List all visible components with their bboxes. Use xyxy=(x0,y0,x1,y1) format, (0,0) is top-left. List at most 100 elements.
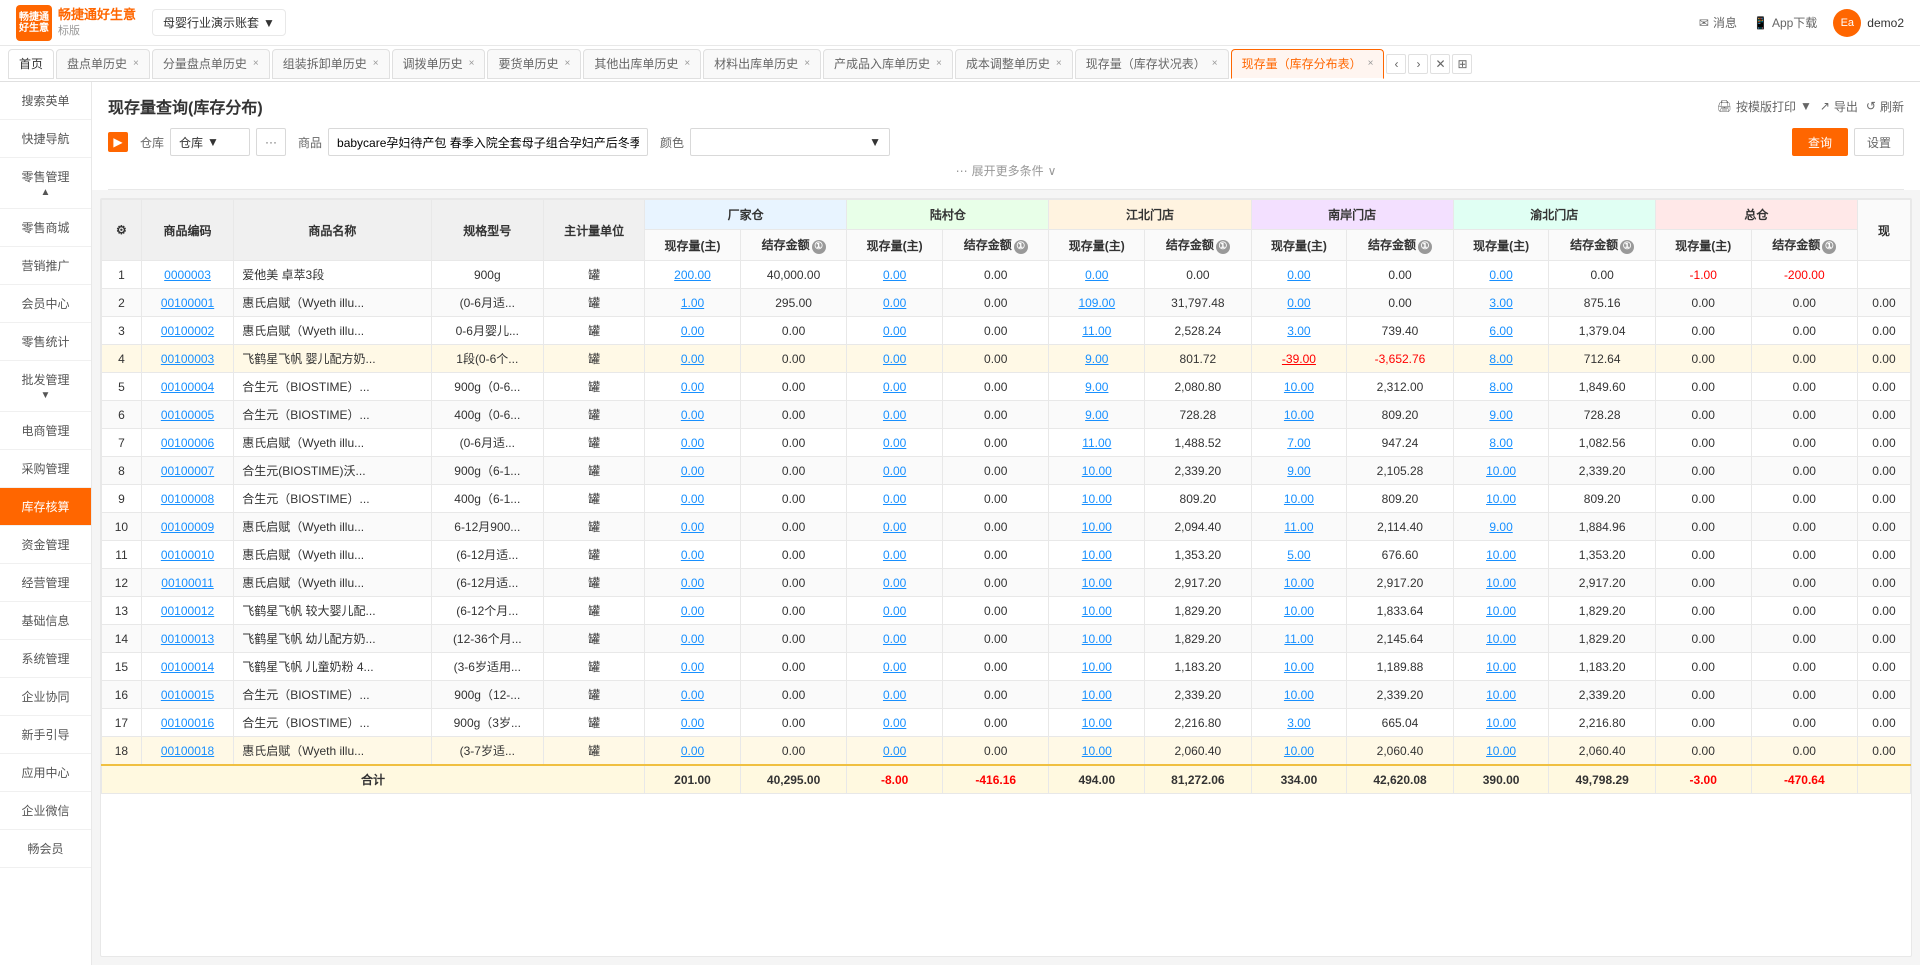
code-link[interactable]: 00100004 xyxy=(161,380,214,394)
tab-stock-dist[interactable]: 现存量（库存分布表） × xyxy=(1231,49,1385,79)
yb-qty-link[interactable]: 10.00 xyxy=(1486,688,1516,702)
tab-cost-adj[interactable]: 成本调整单历史 × xyxy=(955,49,1073,79)
collapse-btn[interactable]: ▶ xyxy=(108,132,128,152)
na-qty-link[interactable]: 7.00 xyxy=(1287,436,1310,450)
lc-qty-link[interactable]: 0.00 xyxy=(883,520,906,534)
tab-sub-inventory-count-close[interactable]: × xyxy=(253,58,259,69)
na-qty-link[interactable]: 0.00 xyxy=(1287,296,1310,310)
expand-more-btn[interactable]: ⋯ 展开更多条件 ∨ xyxy=(956,162,1057,179)
yb-qty-link[interactable]: 10.00 xyxy=(1486,632,1516,646)
code-link[interactable]: 00100001 xyxy=(161,296,214,310)
tab-purchase-req[interactable]: 要货单历史 × xyxy=(487,49,581,79)
sidebar-item-retail-mgmt[interactable]: 零售管理 ▲ xyxy=(0,158,91,209)
sidebar-item-guide[interactable]: 新手引导 xyxy=(0,716,91,754)
fj-qty-link[interactable]: 0.00 xyxy=(681,548,704,562)
na-qty-link[interactable]: 11.00 xyxy=(1284,632,1313,646)
tab-finished-in[interactable]: 产成品入库单历史 × xyxy=(823,49,953,79)
fj-qty-link[interactable]: 0.00 xyxy=(681,380,704,394)
user-area[interactable]: Ea demo2 xyxy=(1833,9,1904,37)
yb-qty-link[interactable]: 6.00 xyxy=(1489,324,1512,338)
jb-qty-link[interactable]: 11.00 xyxy=(1082,324,1111,338)
yb-qty-link[interactable]: 10.00 xyxy=(1486,716,1516,730)
jb-qty-link[interactable]: 11.00 xyxy=(1082,436,1111,450)
fj-qty-link[interactable]: 0.00 xyxy=(681,660,704,674)
fj-qty-link[interactable]: 0.00 xyxy=(681,688,704,702)
code-link[interactable]: 00100003 xyxy=(161,352,214,366)
na-qty-link[interactable]: 5.00 xyxy=(1287,548,1310,562)
na-qty-link[interactable]: -39.00 xyxy=(1282,352,1316,366)
fj-qty-link[interactable]: 0.00 xyxy=(681,576,704,590)
jb-qty-link[interactable]: 10.00 xyxy=(1082,744,1112,758)
sidebar-item-wholesale[interactable]: 批发管理 ▼ xyxy=(0,361,91,412)
sidebar-item-system[interactable]: 系统管理 xyxy=(0,640,91,678)
yb-qty-link[interactable]: 8.00 xyxy=(1489,352,1512,366)
jb-amt-info-icon[interactable]: ① xyxy=(1216,240,1230,254)
lc-qty-link[interactable]: 0.00 xyxy=(883,380,906,394)
na-qty-link[interactable]: 10.00 xyxy=(1284,408,1314,422)
sidebar-item-inventory[interactable]: 库存核算 xyxy=(0,488,91,526)
lc-qty-link[interactable]: 0.00 xyxy=(883,632,906,646)
tab-expand-btn[interactable]: ⊞ xyxy=(1452,54,1472,74)
jb-qty-link[interactable]: 10.00 xyxy=(1082,688,1112,702)
tab-transfer-close[interactable]: × xyxy=(469,58,475,69)
tab-material-out[interactable]: 材料出库单历史 × xyxy=(703,49,821,79)
lc-qty-link[interactable]: 0.00 xyxy=(883,296,906,310)
lc-qty-link[interactable]: 0.00 xyxy=(883,408,906,422)
sidebar-item-retail-stats[interactable]: 零售统计 xyxy=(0,323,91,361)
na-qty-link[interactable]: 3.00 xyxy=(1287,324,1310,338)
lc-qty-link[interactable]: 0.00 xyxy=(883,268,906,282)
tab-inventory-count-close[interactable]: × xyxy=(133,58,139,69)
na-qty-link[interactable]: 9.00 xyxy=(1287,464,1310,478)
yb-qty-link[interactable]: 10.00 xyxy=(1486,576,1516,590)
sidebar-item-member[interactable]: 会员中心 xyxy=(0,285,91,323)
fj-qty-link[interactable]: 0.00 xyxy=(681,324,704,338)
yb-qty-link[interactable]: 8.00 xyxy=(1489,436,1512,450)
fj-qty-link[interactable]: 1.00 xyxy=(681,296,704,310)
jb-qty-link[interactable]: 9.00 xyxy=(1085,352,1108,366)
lc-qty-link[interactable]: 0.00 xyxy=(883,352,906,366)
sidebar-item-wechat[interactable]: 企业微信 xyxy=(0,792,91,830)
yb-qty-link[interactable]: 10.00 xyxy=(1486,744,1516,758)
code-link[interactable]: 00100002 xyxy=(161,324,214,338)
jb-qty-link[interactable]: 10.00 xyxy=(1082,464,1112,478)
total-amt-info-icon[interactable]: ① xyxy=(1822,240,1836,254)
code-link[interactable]: 00100006 xyxy=(161,436,214,450)
code-link[interactable]: 00100013 xyxy=(161,632,214,646)
jb-qty-link[interactable]: 0.00 xyxy=(1085,268,1108,282)
tab-assembly[interactable]: 组装拆卸单历史 × xyxy=(272,49,390,79)
jb-qty-link[interactable]: 10.00 xyxy=(1082,576,1112,590)
sidebar-item-enterprise[interactable]: 企业协同 xyxy=(0,678,91,716)
na-qty-link[interactable]: 10.00 xyxy=(1284,576,1314,590)
tab-purchase-req-close[interactable]: × xyxy=(564,58,570,69)
yb-qty-link[interactable]: 10.00 xyxy=(1486,660,1516,674)
tab-other-outbound[interactable]: 其他出库单历史 × xyxy=(583,49,701,79)
jb-qty-link[interactable]: 9.00 xyxy=(1085,380,1108,394)
sidebar-item-ecommerce[interactable]: 电商管理 xyxy=(0,412,91,450)
fj-qty-link[interactable]: 0.00 xyxy=(681,436,704,450)
yb-qty-link[interactable]: 3.00 xyxy=(1489,296,1512,310)
na-amt-info-icon[interactable]: ① xyxy=(1418,240,1432,254)
na-qty-link[interactable]: 10.00 xyxy=(1284,492,1314,506)
app-download-btn[interactable]: 📱 App下载 xyxy=(1753,14,1817,31)
yb-qty-link[interactable]: 10.00 xyxy=(1486,548,1516,562)
lc-qty-link[interactable]: 0.00 xyxy=(883,548,906,562)
query-btn[interactable]: 查询 xyxy=(1792,128,1848,156)
lc-qty-link[interactable]: 0.00 xyxy=(883,492,906,506)
code-link[interactable]: 00100011 xyxy=(161,576,214,590)
na-qty-link[interactable]: 3.00 xyxy=(1287,716,1310,730)
tab-home[interactable]: 首页 xyxy=(8,49,54,79)
export-btn[interactable]: ↗ 导出 xyxy=(1820,98,1858,115)
yb-qty-link[interactable]: 8.00 xyxy=(1489,380,1512,394)
fj-amt-info-icon[interactable]: ① xyxy=(812,240,826,254)
tab-sub-inventory-count[interactable]: 分量盘点单历史 × xyxy=(152,49,270,79)
tab-stock-status-close[interactable]: × xyxy=(1212,58,1218,69)
lc-qty-link[interactable]: 0.00 xyxy=(883,744,906,758)
na-qty-link[interactable]: 10.00 xyxy=(1284,688,1314,702)
code-link[interactable]: 0000003 xyxy=(164,268,211,282)
tab-stock-status[interactable]: 现存量（库存状况表） × xyxy=(1075,49,1229,79)
lc-qty-link[interactable]: 0.00 xyxy=(883,688,906,702)
lc-qty-link[interactable]: 0.00 xyxy=(883,464,906,478)
yb-amt-info-icon[interactable]: ① xyxy=(1620,240,1634,254)
tab-material-out-close[interactable]: × xyxy=(804,58,810,69)
na-qty-link[interactable]: 0.00 xyxy=(1287,268,1310,282)
